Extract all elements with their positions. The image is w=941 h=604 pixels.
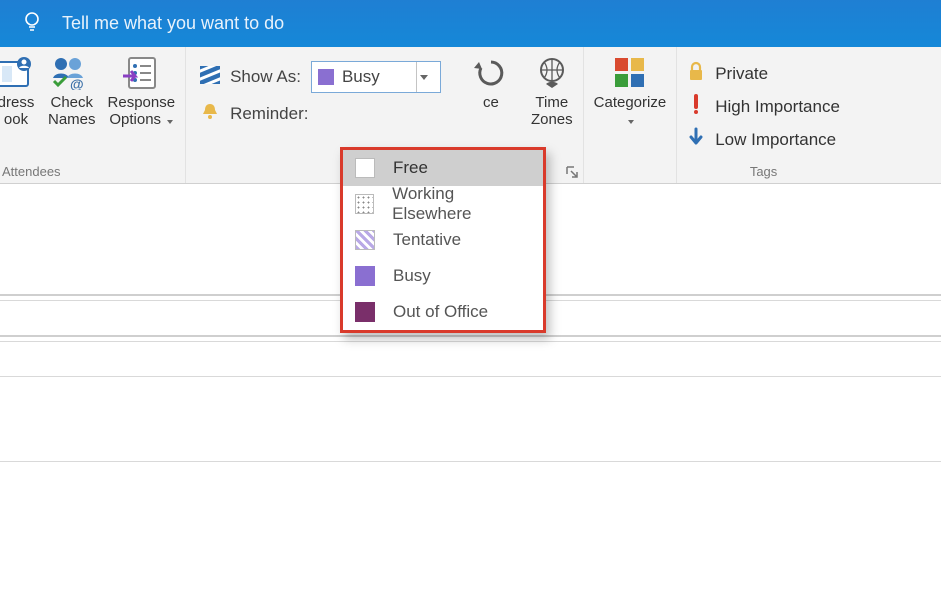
recurrence-label: ce [483, 95, 499, 112]
reminder-label: Reminder: [230, 104, 308, 124]
option-label: Out of Office [393, 302, 488, 322]
categorize-label: Categorize [594, 95, 667, 128]
busy-swatch-icon [318, 69, 334, 85]
tentative-swatch-icon [355, 230, 375, 250]
separator [0, 341, 941, 342]
show-as-option-working-elsewhere[interactable]: Working Elsewhere [343, 186, 543, 222]
svg-text:@: @ [70, 76, 84, 90]
response-options-button[interactable]: Response Options [108, 55, 176, 128]
reminder-row: Reminder: [200, 101, 441, 126]
globe-icon [534, 55, 570, 91]
group-label-attendees: Attendees [0, 164, 61, 183]
option-label: Working Elsewhere [392, 184, 531, 224]
show-as-dropdown: Free Working Elsewhere Tentative Busy Ou… [340, 147, 546, 333]
group-attendees: dress ook @ Check Names Response Options… [0, 47, 186, 183]
check-names-label: Check Names [48, 95, 96, 128]
address-book-label: dress ook [0, 95, 34, 128]
option-label: Free [393, 158, 428, 178]
time-zones-label: Time Zones [531, 95, 573, 128]
show-as-option-tentative[interactable]: Tentative [343, 222, 543, 258]
recurrence-button[interactable]: ce [471, 55, 511, 153]
free-swatch-icon [355, 158, 375, 178]
chevron-down-icon [416, 62, 432, 92]
lock-icon [687, 61, 705, 86]
show-as-row: Show As: Busy [200, 61, 441, 93]
separator [0, 376, 941, 377]
show-as-icon [200, 66, 220, 89]
option-label: Tentative [393, 230, 461, 250]
group-categorize: Categorize . [584, 47, 678, 183]
time-zones-button[interactable]: Time Zones [531, 55, 573, 153]
out-of-office-swatch-icon [355, 302, 375, 322]
option-label: Busy [393, 266, 431, 286]
address-book-button[interactable]: dress ook [0, 55, 36, 128]
high-importance-icon [687, 94, 705, 119]
lightbulb-icon [20, 9, 44, 38]
options-dialog-launcher-icon[interactable] [565, 165, 579, 179]
tell-me-input[interactable] [62, 13, 662, 34]
response-options-icon [121, 55, 161, 91]
response-options-label: Response Options [108, 95, 176, 128]
high-importance-toggle[interactable]: High Importance [687, 94, 840, 119]
separator [0, 461, 941, 462]
bell-icon [200, 101, 220, 126]
categorize-button[interactable]: Categorize [594, 55, 667, 128]
private-toggle[interactable]: Private [687, 61, 840, 86]
categorize-icon [613, 55, 647, 91]
private-label: Private [715, 64, 768, 84]
low-importance-icon [687, 127, 705, 152]
show-as-option-free[interactable]: Free [343, 150, 543, 186]
group-tags: Private High Importance Low Importance T… [677, 47, 850, 183]
low-importance-toggle[interactable]: Low Importance [687, 127, 840, 152]
tell-me-bar[interactable] [0, 0, 941, 47]
ribbon: dress ook @ Check Names Response Options… [0, 47, 941, 184]
address-book-icon [0, 55, 36, 91]
show-as-option-busy[interactable]: Busy [343, 258, 543, 294]
check-names-button[interactable]: @ Check Names [48, 55, 96, 128]
show-as-value: Busy [342, 67, 380, 87]
show-as-label: Show As: [230, 67, 301, 87]
working-elsewhere-swatch-icon [355, 194, 374, 214]
show-as-option-out-of-office[interactable]: Out of Office [343, 294, 543, 330]
separator [0, 335, 941, 337]
low-importance-label: Low Importance [715, 130, 836, 150]
check-names-icon: @ [50, 55, 94, 91]
busy-swatch-icon [355, 266, 375, 286]
recurrence-icon [471, 55, 511, 91]
high-importance-label: High Importance [715, 97, 840, 117]
show-as-combo[interactable]: Busy [311, 61, 441, 93]
group-label-tags: Tags [750, 164, 777, 183]
